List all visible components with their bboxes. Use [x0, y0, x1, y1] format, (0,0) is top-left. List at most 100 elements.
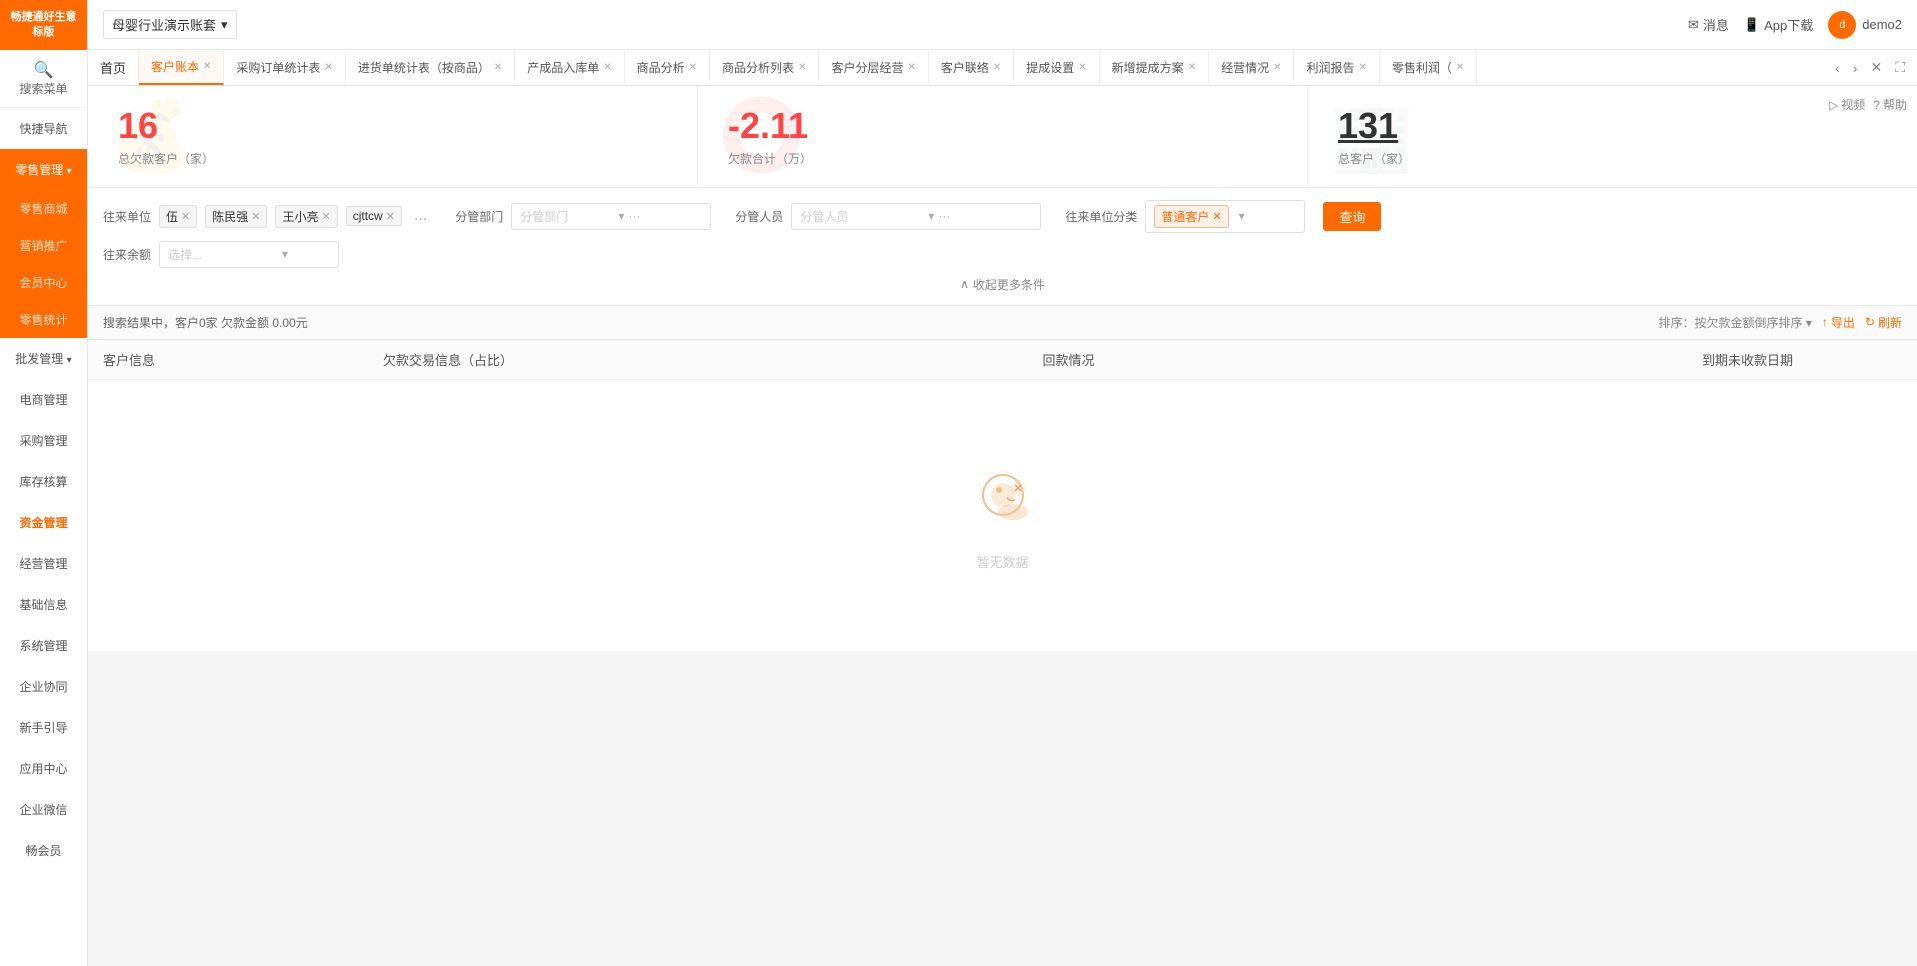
tab-product-in[interactable]: 产成品入库单 ✕ — [515, 51, 624, 84]
tag-wang-text: 王小亮 — [282, 208, 318, 225]
export-btn[interactable]: ↑ 导出 — [1822, 314, 1855, 331]
sidebar-item-marketing[interactable]: 营销推广 — [0, 227, 87, 264]
more-tags-btn[interactable]: ... — [410, 207, 431, 225]
tab-profit-report[interactable]: 利润报告 ✕ — [1294, 51, 1379, 84]
sidebar-item-retail-mall[interactable]: 零售商城 — [0, 190, 87, 227]
sidebar-item-ecommerce[interactable]: 电商管理 — [0, 379, 87, 420]
sidebar-item-basic-info[interactable]: 基础信息 — [0, 584, 87, 625]
refresh-label: 刷新 — [1878, 314, 1902, 331]
filter-row-2: 往来余额 选择... ▾ — [103, 241, 1902, 268]
sidebar-item-wholesale[interactable]: 批发管理 ▾ — [0, 338, 87, 379]
close-icon3[interactable]: ✕ — [494, 62, 502, 73]
main-area: 母婴行业演示账套 ▾ ✉ 消息 📱 App下载 d demo2 首页 — [88, 0, 1917, 966]
tab-promotion-settings-label: 提成设置 — [1026, 59, 1074, 76]
close-icon2[interactable]: ✕ — [324, 62, 332, 73]
inventory-label: 库存核算 — [19, 475, 67, 489]
tab-product-analysis[interactable]: 商品分析 ✕ — [625, 51, 710, 84]
close-icon12[interactable]: ✕ — [1359, 62, 1367, 73]
tab-retail-profit[interactable]: 零售利润（ ✕ — [1380, 51, 1477, 84]
filter-label-dept: 分管部门 — [455, 208, 503, 225]
tab-incoming-stats[interactable]: 进货单统计表（按商品） ✕ — [346, 51, 515, 84]
stat-value-customers: 16 — [118, 106, 158, 146]
chevron-sort-icon[interactable]: ▾ — [1806, 316, 1812, 330]
system-label: 系统管理 — [19, 639, 67, 653]
account-dropdown[interactable]: 母婴行业演示账套 ▾ — [103, 10, 237, 39]
tab-customer-account-label: 客户账本 — [151, 58, 199, 75]
balance-select[interactable]: 选择... ▾ — [159, 241, 339, 268]
tab-home[interactable]: 首页 — [88, 50, 139, 85]
sidebar-item-vip[interactable]: 畅会员 — [0, 830, 87, 871]
retail-stats-label: 零售统计 — [19, 313, 67, 327]
sidebar-item-inventory[interactable]: 库存核算 — [0, 461, 87, 502]
member-label: 会员中心 — [19, 276, 67, 290]
next-tab-icon[interactable]: › — [1849, 58, 1862, 78]
sidebar-item-enterprise[interactable]: 企业协同 — [0, 666, 87, 707]
tab-product-analysis-list-label: 商品分析列表 — [722, 59, 794, 76]
filter-label-balance: 往来余额 — [103, 246, 151, 263]
remove-category-tag[interactable]: ✕ — [1212, 210, 1221, 223]
close-icon13[interactable]: ✕ — [1456, 62, 1464, 73]
sidebar-item-quick-nav[interactable]: 快捷导航 — [0, 108, 87, 149]
tab-promotion-settings[interactable]: 提成设置 ✕ — [1014, 51, 1099, 84]
tab-customer-contact[interactable]: 客户联络 ✕ — [929, 51, 1014, 84]
refresh-btn[interactable]: ↻ 刷新 — [1865, 314, 1902, 331]
empty-state-text: 暂无数据 — [976, 552, 1028, 571]
sidebar-item-wechat[interactable]: 企业微信 — [0, 789, 87, 830]
close-icon9[interactable]: ✕ — [1078, 62, 1086, 73]
close-icon11[interactable]: ✕ — [1273, 62, 1281, 73]
person-select[interactable]: 分管人员 ▾ ··· — [791, 203, 1041, 230]
dept-select[interactable]: 分管部门 ▾ ··· — [511, 203, 711, 230]
tab-customer-segment[interactable]: 客户分层经营 ✕ — [819, 51, 928, 84]
tab-operations[interactable]: 经营情况 ✕ — [1209, 51, 1294, 84]
sidebar-item-retail[interactable]: 零售管理 ▾ — [0, 149, 87, 190]
topbar-left: 母婴行业演示账套 ▾ — [103, 10, 237, 39]
close-icon[interactable]: ✕ — [203, 61, 211, 72]
video-btn[interactable]: ▷ 视频 — [1829, 96, 1865, 113]
message-btn[interactable]: ✉ 消息 — [1688, 15, 1729, 34]
sidebar-item-retail-stats[interactable]: 零售统计 — [0, 301, 87, 338]
expand-icon[interactable]: ⛶ — [1891, 57, 1909, 78]
query-button[interactable]: 查询 — [1323, 202, 1381, 231]
col-payment-status: 回款情况 — [1043, 350, 1703, 369]
sidebar-item-member[interactable]: 会员中心 — [0, 264, 87, 301]
prev-tab-icon[interactable]: ‹ — [1831, 58, 1844, 78]
close-icon4[interactable]: ✕ — [603, 62, 611, 73]
help-btn[interactable]: ? 帮助 — [1873, 96, 1907, 113]
sidebar-item-purchase[interactable]: 采购管理 — [0, 420, 87, 461]
tab-customer-account[interactable]: 客户账本 ✕ — [139, 50, 224, 85]
collapse-btn[interactable]: ∧ 收起更多条件 — [103, 276, 1902, 293]
sidebar-item-system[interactable]: 系统管理 — [0, 625, 87, 666]
close-icon7[interactable]: ✕ — [907, 62, 915, 73]
remove-tag-cj[interactable]: ✕ — [386, 210, 395, 223]
tab-new-promotion[interactable]: 新增提成方案 ✕ — [1100, 51, 1209, 84]
remove-tag-wang[interactable]: ✕ — [322, 210, 331, 223]
user-menu[interactable]: d demo2 — [1828, 11, 1902, 39]
close-icon5[interactable]: ✕ — [689, 62, 697, 73]
app-download-btn[interactable]: 📱 App下载 — [1744, 15, 1813, 34]
category-select[interactable]: 普通客户 ✕ ▾ — [1145, 200, 1305, 233]
remove-tag-wu[interactable]: ✕ — [181, 210, 190, 223]
search-menu[interactable]: 🔍 搜索菜单 — [0, 50, 87, 108]
sidebar-item-app-center[interactable]: 应用中心 — [0, 748, 87, 789]
dept-clear-icon[interactable]: ··· — [628, 209, 640, 223]
close-all-icon[interactable]: ✕ — [1866, 57, 1886, 78]
sidebar-item-finance[interactable]: 资金管理 — [0, 502, 87, 543]
nav-tabs: 首页 客户账本 ✕ 采购订单统计表 ✕ 进货单统计表（按商品） ✕ 产成品入库单… — [88, 50, 1917, 86]
topbar: 母婴行业演示账套 ▾ ✉ 消息 📱 App下载 d demo2 — [88, 0, 1917, 50]
close-icon8[interactable]: ✕ — [993, 62, 1001, 73]
close-icon10[interactable]: ✕ — [1188, 62, 1196, 73]
sidebar-item-operations[interactable]: 经营管理 — [0, 543, 87, 584]
result-actions: 排序：按欠款金额倒序排序 ▾ ↑ 导出 ↻ 刷新 — [1659, 314, 1902, 331]
tag-wu-text: 伍 — [166, 208, 178, 225]
balance-placeholder: 选择... — [168, 246, 202, 263]
app-center-label: 应用中心 — [19, 762, 67, 776]
tab-customer-segment-label: 客户分层经营 — [831, 59, 903, 76]
topbar-right: ✉ 消息 📱 App下载 d demo2 — [1688, 11, 1902, 39]
person-more-icon[interactable]: ··· — [938, 209, 950, 223]
chevron-dept-icon: ▾ — [618, 209, 624, 223]
close-icon6[interactable]: ✕ — [798, 62, 806, 73]
remove-tag-chen[interactable]: ✕ — [251, 210, 260, 223]
sidebar-item-guide[interactable]: 新手引导 — [0, 707, 87, 748]
tab-purchase-order[interactable]: 采购订单统计表 ✕ — [224, 51, 345, 84]
tab-product-analysis-list[interactable]: 商品分析列表 ✕ — [710, 51, 819, 84]
